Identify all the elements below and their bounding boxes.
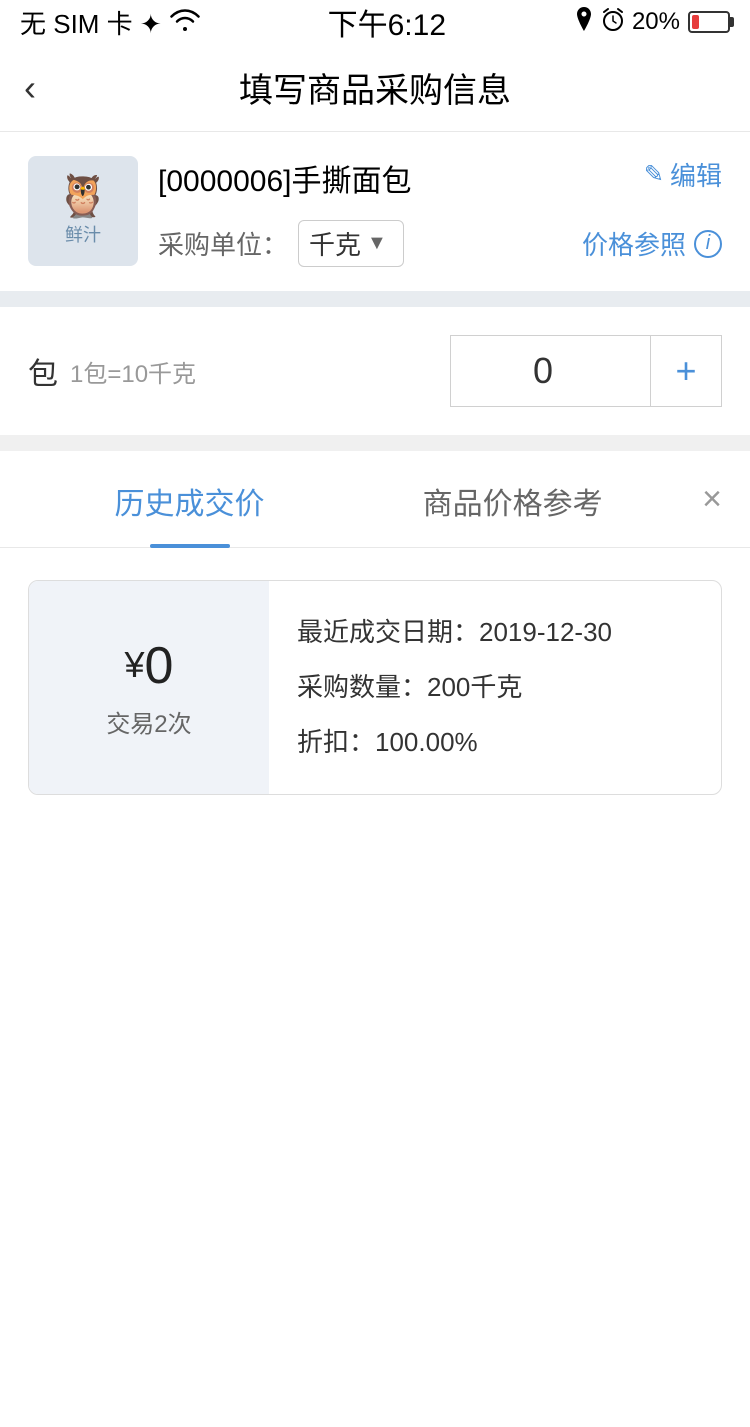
- edit-label: 编辑: [670, 156, 722, 193]
- alarm-icon: [602, 7, 624, 38]
- unit-select-dropdown[interactable]: 千克 ▼: [298, 220, 404, 267]
- discount-row: 折扣：100.00%: [297, 723, 693, 762]
- quantity-row: 包 1包=10千克 +: [0, 307, 750, 435]
- quantity-conversion: 1包=10千克: [70, 354, 196, 389]
- history-trades-count: 交易2次: [106, 704, 191, 739]
- battery-icon: [688, 11, 730, 33]
- unit-label-text: 采购单位：: [158, 225, 288, 262]
- quantity-unit: 包: [28, 349, 58, 393]
- history-price-value: ¥0: [125, 636, 174, 696]
- discount-value: 100.00%: [375, 727, 478, 757]
- purchase-qty-label: 采购数量：: [297, 672, 427, 702]
- product-card: 🦉 鲜汁 [0000006]手撕面包 ✎ 编辑 采购单位： 千克 ▼ 价格参照 …: [0, 132, 750, 291]
- nav-bar: ‹ 填写商品采购信息: [0, 44, 750, 132]
- history-price-left: ¥0 交易2次: [29, 581, 269, 794]
- back-button[interactable]: ‹: [24, 67, 36, 109]
- tabs-header: 历史成交价 商品价格参考 ×: [0, 451, 750, 548]
- edit-button[interactable]: ✎ 编辑: [644, 156, 722, 193]
- page-title: 填写商品采购信息: [239, 63, 511, 112]
- info-icon: i: [694, 230, 722, 258]
- status-bar: 无 SIM 卡 ✦ 下午6:12 20%: [0, 0, 750, 44]
- quantity-input[interactable]: [450, 335, 650, 407]
- product-thumbnail-icon: 🦉: [57, 175, 109, 217]
- status-time: 下午6:12: [328, 0, 446, 44]
- quantity-plus-button[interactable]: +: [650, 335, 722, 407]
- recent-date-row: 最近成交日期：2019-12-30: [297, 613, 693, 652]
- tab-content-history: ¥0 交易2次 最近成交日期：2019-12-30 采购数量：200千克 折扣：…: [0, 548, 750, 827]
- status-right: 20%: [574, 7, 730, 38]
- unit-label: 采购单位： 千克 ▼: [158, 220, 404, 267]
- quantity-input-group: +: [450, 335, 722, 407]
- unit-value: 千克: [309, 225, 361, 262]
- recent-date-label: 最近成交日期：: [297, 617, 479, 647]
- price-ref-label: 价格参照: [582, 225, 686, 262]
- bottom-fill: [0, 827, 750, 1427]
- tab-product-price-reference[interactable]: 商品价格参考: [351, 451, 674, 547]
- wifi-icon: [170, 7, 200, 38]
- location-icon: [574, 7, 594, 38]
- battery-percent: 20%: [632, 8, 680, 36]
- product-name: [0000006]手撕面包: [158, 156, 411, 200]
- dropdown-arrow-icon: ▼: [367, 232, 387, 255]
- tab-history-price[interactable]: 历史成交价: [28, 451, 351, 547]
- thumbnail-label: 鲜汁: [65, 221, 101, 247]
- currency-symbol: ¥: [125, 644, 145, 686]
- tabs-container: 历史成交价 商品价格参考 × ¥0 交易2次 最近成交日期：2019-12-30…: [0, 451, 750, 827]
- tab-close-button[interactable]: ×: [674, 464, 722, 535]
- discount-label: 折扣：: [297, 727, 375, 757]
- price-reference-button[interactable]: 价格参照 i: [582, 225, 722, 262]
- signal-label: 无 SIM 卡 ✦: [20, 4, 162, 41]
- history-price-right: 最近成交日期：2019-12-30 采购数量：200千克 折扣：100.00%: [269, 581, 721, 794]
- status-left: 无 SIM 卡 ✦: [20, 4, 200, 41]
- product-info: [0000006]手撕面包 ✎ 编辑 采购单位： 千克 ▼ 价格参照 i: [158, 156, 722, 267]
- section-divider: [0, 291, 750, 307]
- edit-icon: ✎: [644, 160, 664, 189]
- product-image: 🦉 鲜汁: [28, 156, 138, 266]
- purchase-qty-value: 200千克: [427, 672, 522, 702]
- recent-date-value: 2019-12-30: [479, 617, 612, 647]
- purchase-qty-row: 采购数量：200千克: [297, 668, 693, 707]
- history-price-card: ¥0 交易2次 最近成交日期：2019-12-30 采购数量：200千克 折扣：…: [28, 580, 722, 795]
- price-number: 0: [145, 637, 174, 695]
- quantity-label-group: 包 1包=10千克: [28, 349, 196, 393]
